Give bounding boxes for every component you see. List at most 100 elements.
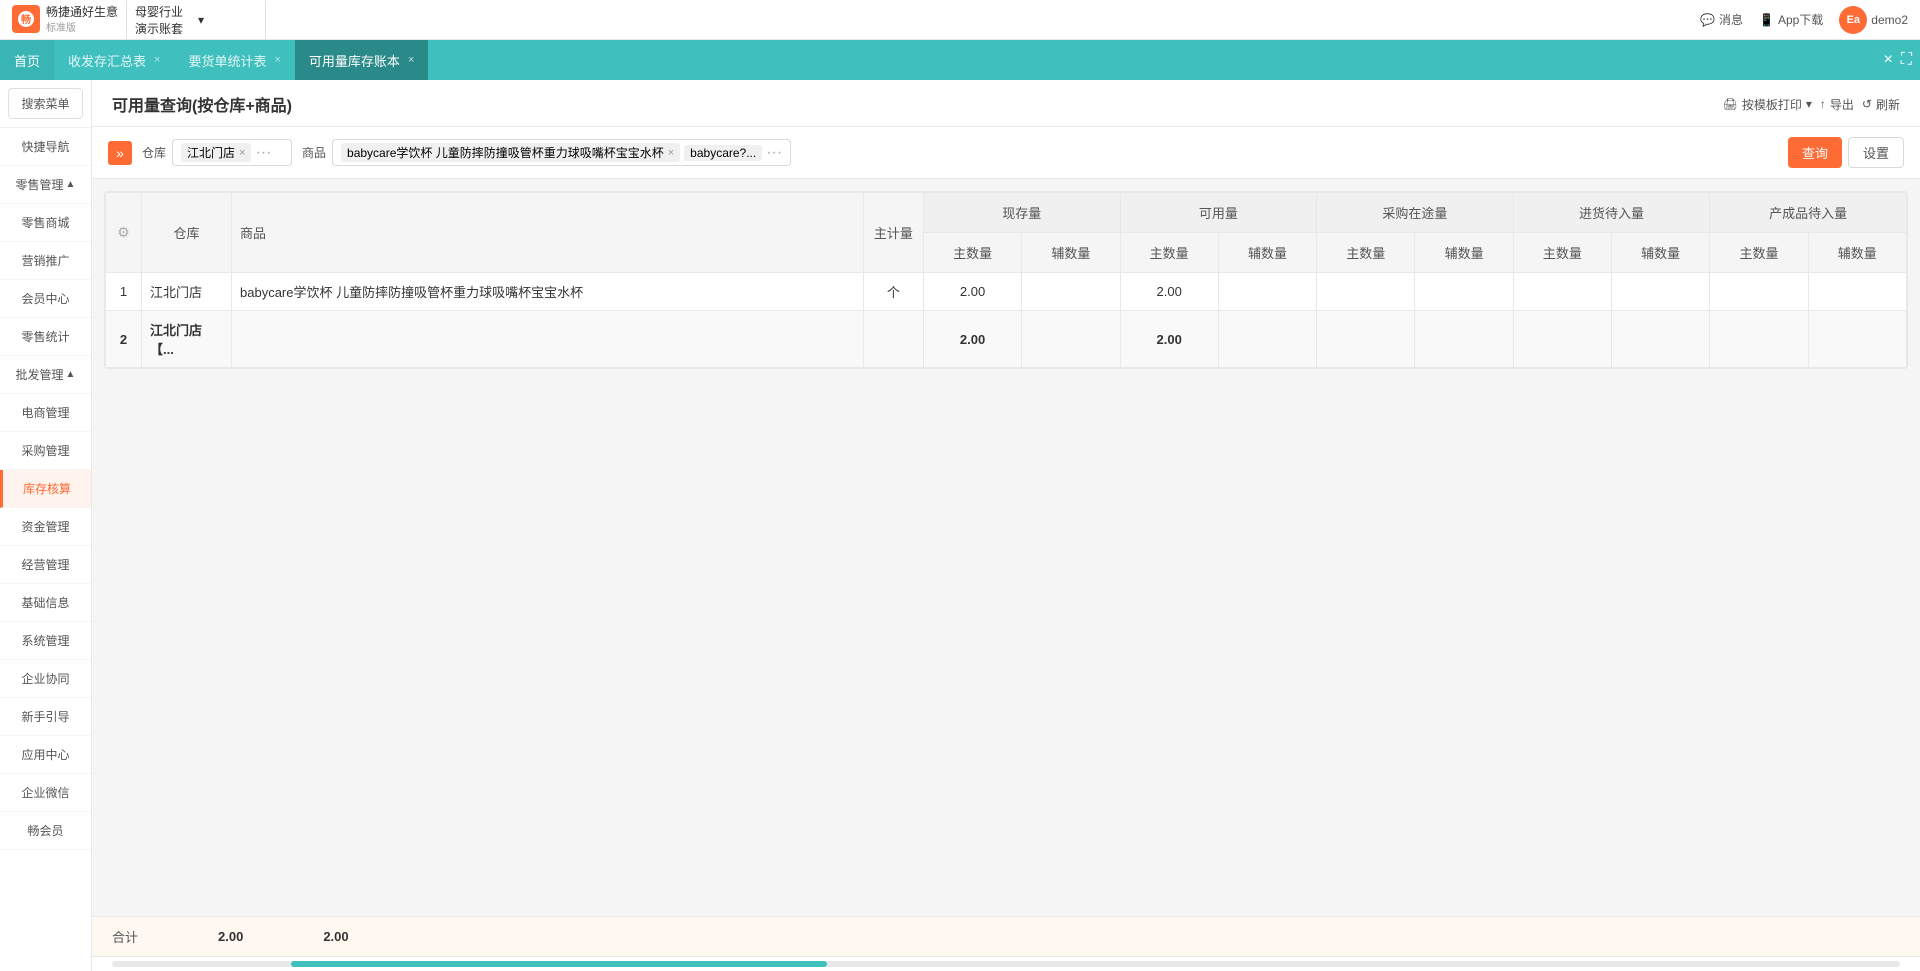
brand-sub: 标准版 bbox=[46, 19, 118, 34]
sidebar-item-basic-info[interactable]: 基础信息 bbox=[0, 584, 91, 622]
available-aux-header: 辅数量 bbox=[1218, 233, 1316, 273]
sidebar-item-system[interactable]: 系统管理 bbox=[0, 622, 91, 660]
page-title-row: 可用量查询(按仓库+商品) 🖨 按模板打印 ▾ ↑ 导出 ↺ 刷新 bbox=[112, 92, 1900, 126]
row-purchase-aux-subtotal bbox=[1415, 311, 1513, 368]
more-icon[interactable]: ··· bbox=[255, 144, 271, 162]
row-arrival-main-subtotal bbox=[1513, 311, 1611, 368]
filter-expand-btn[interactable]: » bbox=[108, 141, 132, 165]
close-icon[interactable]: × bbox=[274, 54, 280, 66]
product-tag-2: babycare?... bbox=[684, 145, 762, 161]
more-icon[interactable]: ··· bbox=[766, 144, 782, 162]
arrival-aux-header: 辅数量 bbox=[1612, 233, 1710, 273]
refresh-btn[interactable]: ↺ 刷新 bbox=[1862, 96, 1900, 113]
filter-bar: » 仓库 江北门店 × ··· 商品 babycare学饮杯 儿童防摔防撞吸管杯… bbox=[92, 127, 1920, 179]
sidebar-item-member[interactable]: 畅会员 bbox=[0, 812, 91, 850]
summary-stock: 2.00 bbox=[218, 929, 243, 944]
search-menu-btn[interactable]: 搜索菜单 bbox=[8, 88, 83, 119]
tab-order-stats[interactable]: 要货单统计表 × bbox=[174, 40, 294, 80]
sidebar-item-ecommerce[interactable]: 电商管理 bbox=[0, 394, 91, 432]
row-production-aux-subtotal bbox=[1808, 311, 1906, 368]
appdown-btn[interactable]: 📱 App下载 bbox=[1759, 11, 1823, 28]
row-production-aux bbox=[1808, 273, 1906, 311]
row-warehouse: 江北门店 bbox=[142, 273, 232, 311]
tab-available-inventory[interactable]: 可用量库存账本 × bbox=[295, 40, 428, 80]
sidebar-item-quicknav[interactable]: 快捷导航 bbox=[0, 128, 91, 166]
scroll-track bbox=[112, 961, 1900, 967]
sidebar-item-purchase[interactable]: 采购管理 bbox=[0, 432, 91, 470]
stock-aux-header: 辅数量 bbox=[1022, 233, 1120, 273]
message-icon: 💬 bbox=[1700, 13, 1715, 27]
tenant-name: 母婴行业演示账套 bbox=[135, 3, 194, 37]
stock-group-header: 现存量 bbox=[923, 193, 1120, 233]
production-aux-header: 辅数量 bbox=[1808, 233, 1906, 273]
row-production-main bbox=[1710, 273, 1808, 311]
sidebar-item-wholesale-mgmt[interactable]: 批发管理 ▲ bbox=[0, 356, 91, 394]
message-btn[interactable]: 💬 消息 bbox=[1700, 11, 1743, 28]
product-tag-1: babycare学饮杯 儿童防摔防撞吸管杯重力球吸嘴杯宝宝水杯 × bbox=[341, 143, 680, 162]
stock-main-header: 主数量 bbox=[923, 233, 1021, 273]
sidebar-item-wechat[interactable]: 企业微信 bbox=[0, 774, 91, 812]
print-icon: 🖨 bbox=[1723, 97, 1738, 111]
sidebar-item-retail-stats[interactable]: 零售统计 bbox=[0, 318, 91, 356]
product-input[interactable]: babycare学饮杯 儿童防摔防撞吸管杯重力球吸嘴杯宝宝水杯 × babyca… bbox=[332, 139, 791, 166]
export-btn[interactable]: ↑ 导出 bbox=[1820, 96, 1854, 113]
sidebar-item-finance[interactable]: 资金管理 bbox=[0, 508, 91, 546]
gear-header: ⚙ bbox=[106, 193, 142, 273]
available-group-header: 可用量 bbox=[1120, 193, 1317, 233]
row-warehouse-subtotal: 江北门店【... bbox=[142, 311, 232, 368]
row-available-aux-subtotal bbox=[1218, 311, 1316, 368]
top-bar-left: 畅 畅捷通好生意 标准版 母婴行业演示账套 ▾ bbox=[12, 0, 266, 42]
close-window-icon[interactable]: × bbox=[1883, 51, 1892, 69]
settings-btn[interactable]: 设置 bbox=[1848, 137, 1904, 168]
row-stock-aux bbox=[1022, 273, 1120, 311]
main-layout: 搜索菜单 快捷导航 零售管理 ▲ 零售商城 营销推广 会员中心 零售统计 批发管… bbox=[0, 80, 1920, 971]
tab-receive-summary[interactable]: 收发存汇总表 × bbox=[54, 40, 174, 80]
expand-icon[interactable]: ⛶ bbox=[1901, 51, 1912, 69]
product-header: 商品 bbox=[232, 193, 864, 273]
warehouse-tag: 江北门店 × bbox=[181, 143, 251, 162]
table-container: ⚙ 仓库 商品 主计量 现存量 可用量 采购在途量 进货待入量 产成品待入量 bbox=[104, 191, 1908, 369]
warehouse-input[interactable]: 江北门店 × ··· bbox=[172, 139, 292, 166]
user-name: demo2 bbox=[1871, 13, 1908, 27]
sidebar-item-membership[interactable]: 会员中心 bbox=[0, 280, 91, 318]
gear-icon[interactable]: ⚙ bbox=[117, 224, 130, 240]
tab-home[interactable]: 首页 bbox=[0, 40, 54, 80]
close-icon[interactable]: × bbox=[408, 54, 414, 66]
sidebar-item-marketing[interactable]: 营销推广 bbox=[0, 242, 91, 280]
warehouse-label: 仓库 bbox=[142, 144, 166, 161]
production-group-header: 产成品待入量 bbox=[1710, 193, 1907, 233]
user-profile[interactable]: Ea demo2 bbox=[1839, 6, 1908, 34]
print-btn[interactable]: 🖨 按模板打印 ▾ bbox=[1723, 96, 1812, 113]
close-icon[interactable]: × bbox=[154, 54, 160, 66]
summary-stock-value: 2.00 bbox=[218, 929, 243, 944]
chevron-down-icon: ▾ bbox=[1806, 97, 1812, 111]
scrollbar-wrap bbox=[92, 956, 1920, 971]
avatar: Ea bbox=[1839, 6, 1867, 34]
row-available-aux bbox=[1218, 273, 1316, 311]
row-purchase-aux bbox=[1415, 273, 1513, 311]
sidebar-item-retail-mgmt[interactable]: 零售管理 ▲ bbox=[0, 166, 91, 204]
sidebar-item-operations[interactable]: 经营管理 bbox=[0, 546, 91, 584]
row-product-subtotal bbox=[232, 311, 864, 368]
nav-tabs-actions: × ⛶ bbox=[1883, 40, 1920, 80]
sidebar-item-inventory[interactable]: 库存核算 bbox=[0, 470, 91, 508]
row-index: 1 bbox=[106, 273, 142, 311]
remove-product-1-icon[interactable]: × bbox=[668, 147, 674, 159]
sidebar-item-appcenter[interactable]: 应用中心 bbox=[0, 736, 91, 774]
top-bar: 畅 畅捷通好生意 标准版 母婴行业演示账套 ▾ 💬 消息 📱 App下载 Ea … bbox=[0, 0, 1920, 40]
sidebar-item-enterprise[interactable]: 企业协同 bbox=[0, 660, 91, 698]
tenant-selector[interactable]: 母婴行业演示账套 ▾ bbox=[126, 0, 266, 42]
brand-icon: 畅 bbox=[12, 5, 40, 33]
row-arrival-aux bbox=[1612, 273, 1710, 311]
row-purchase-main-subtotal bbox=[1317, 311, 1415, 368]
svg-text:畅: 畅 bbox=[21, 13, 31, 26]
sidebar-item-newuser[interactable]: 新手引导 bbox=[0, 698, 91, 736]
query-btn[interactable]: 查询 bbox=[1788, 137, 1842, 168]
summary-available: 2.00 bbox=[323, 929, 348, 944]
appdown-icon: 📱 bbox=[1759, 13, 1774, 27]
row-stock-aux-subtotal bbox=[1022, 311, 1120, 368]
scroll-thumb[interactable] bbox=[291, 961, 827, 967]
sidebar-item-retail-mall[interactable]: 零售商城 bbox=[0, 204, 91, 242]
purchase-main-header: 主数量 bbox=[1317, 233, 1415, 273]
remove-warehouse-icon[interactable]: × bbox=[239, 147, 245, 159]
